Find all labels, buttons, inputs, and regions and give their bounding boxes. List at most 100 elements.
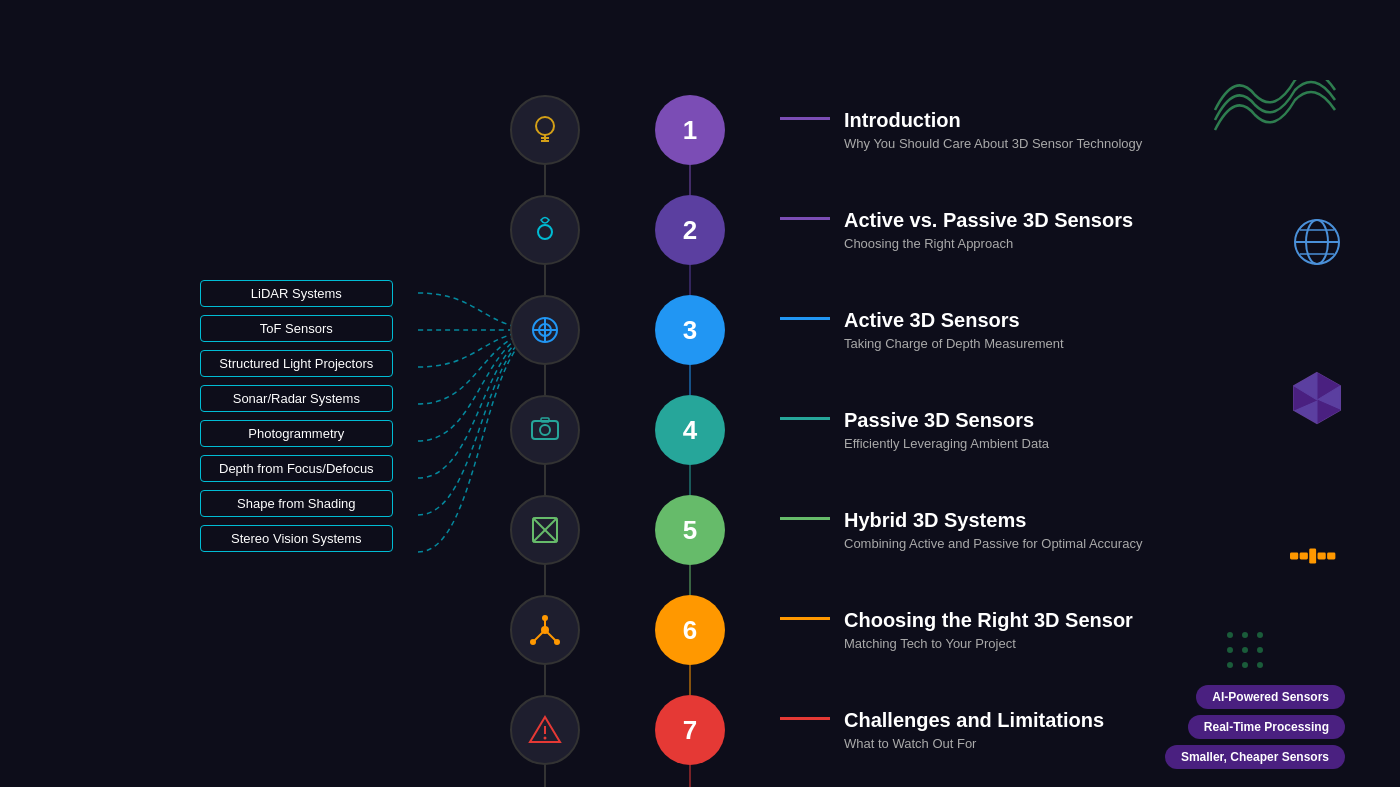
globe-decoration (1290, 215, 1345, 274)
right-text-6: Choosing the Right 3D Sensor Matching Tec… (844, 607, 1133, 651)
right-text-1: Introduction Why You Should Care About 3D… (844, 107, 1142, 151)
right-item-2: Active vs. Passive 3D SensorsChoosing th… (780, 195, 1142, 295)
right-item-6: Choosing the Right 3D Sensor Matching Tec… (780, 595, 1142, 695)
section-title-3: Active 3D Sensors (844, 307, 1064, 333)
right-item-5: Hybrid 3D Systems Combining Active and Pa… (780, 495, 1142, 595)
h-line-4 (780, 417, 830, 420)
left-tag-6: Shape from Shading (200, 490, 393, 517)
num-circle-6: 6 (655, 595, 725, 665)
svg-point-45 (1242, 632, 1248, 638)
svg-point-44 (1227, 632, 1233, 638)
svg-point-48 (1242, 647, 1248, 653)
num-circle-5: 5 (655, 495, 725, 565)
h-line-6 (780, 617, 830, 620)
section-subtitle-2: Choosing the Right Approach (844, 236, 1133, 251)
right-item-7: Challenges and Limitations What to Watch … (780, 695, 1142, 787)
right-text-4: Passive 3D Sensors Efficiently Leveraging… (844, 407, 1049, 451)
h-line-2 (780, 217, 830, 220)
connector-6 (544, 665, 546, 695)
left-tag-0: LiDAR Systems (200, 280, 393, 307)
svg-point-10 (540, 425, 550, 435)
bottom-tag-2: Smaller, Cheaper Sensors (1165, 745, 1345, 769)
num-circle-3: 3 (655, 295, 725, 365)
section-title-7: Challenges and Limitations (844, 707, 1104, 733)
bottom-tags-container: AI-Powered Sensors Real-Time Processing Sm… (1165, 685, 1345, 769)
num-line-2 (689, 265, 691, 295)
svg-point-46 (1257, 632, 1263, 638)
left-tag-2: Structured Light Projectors (200, 350, 393, 377)
icon-circle-2 (510, 195, 580, 265)
right-content-col: Introduction Why You Should Care About 3D… (780, 95, 1142, 787)
section-subtitle-5: Combining Active and Passive for Optimal… (844, 536, 1142, 551)
icon-circle-6 (510, 595, 580, 665)
dots-decoration (1220, 625, 1280, 679)
icon-circle-3 (510, 295, 580, 365)
section-subtitle-1: Why You Should Care About 3D Sensor Tech… (844, 136, 1142, 151)
page-title (0, 0, 1400, 28)
connector-4 (544, 465, 546, 495)
connector-2 (544, 265, 546, 295)
right-text-5: Hybrid 3D Systems Combining Active and Pa… (844, 507, 1142, 551)
num-line-3 (689, 365, 691, 395)
svg-line-20 (545, 630, 557, 642)
svg-point-52 (1257, 662, 1263, 668)
section-title-6: Choosing the Right 3D Sensor (844, 607, 1133, 633)
num-line-1 (689, 165, 691, 195)
connector-7 (544, 765, 546, 787)
svg-rect-9 (532, 421, 558, 439)
num-line-6 (689, 665, 691, 695)
h-line-7 (780, 717, 830, 720)
left-tag-1: ToF Sensors (200, 315, 393, 342)
left-tag-5: Depth from Focus/Defocus (200, 455, 393, 482)
right-item-3: Active 3D Sensors Taking Charge of Depth … (780, 295, 1142, 395)
icon-circle-5 (510, 495, 580, 565)
connector-3 (544, 365, 546, 395)
bottom-tag-0: AI-Powered Sensors (1196, 685, 1345, 709)
right-item-1: Introduction Why You Should Care About 3D… (780, 95, 1142, 195)
icon-circle-7 (510, 695, 580, 765)
num-circle-1: 1 (655, 95, 725, 165)
left-tags-container: LiDAR Systems ToF Sensors Structured Light… (200, 280, 393, 552)
svg-point-24 (544, 737, 547, 740)
left-tag-3: Sonar/Radar Systems (200, 385, 393, 412)
svg-point-0 (536, 117, 554, 135)
svg-rect-41 (1309, 548, 1316, 563)
left-tag-4: Photogrammetry (200, 420, 393, 447)
h-line-3 (780, 317, 830, 320)
icon-circle-1 (510, 95, 580, 165)
svg-point-47 (1227, 647, 1233, 653)
h-line-1 (780, 117, 830, 120)
right-item-4: Passive 3D Sensors Efficiently Leveraging… (780, 395, 1142, 495)
num-line-5 (689, 565, 691, 595)
num-circle-2: 2 (655, 195, 725, 265)
num-circle-4: 4 (655, 395, 725, 465)
right-text-3: Active 3D Sensors Taking Charge of Depth … (844, 307, 1064, 351)
num-line-4 (689, 465, 691, 495)
section-title-1: Introduction (844, 107, 1142, 133)
segment-decoration (1290, 368, 1345, 432)
section-subtitle-7: What to Watch Out For (844, 736, 1104, 751)
number-col: 12345678 (655, 95, 725, 787)
section-title-4: Passive 3D Sensors (844, 407, 1049, 433)
bottom-tag-1: Real-Time Processing (1188, 715, 1345, 739)
center-icons-col (510, 95, 580, 787)
right-text-7: Challenges and Limitations What to Watch … (844, 707, 1104, 751)
num-line-7 (689, 765, 691, 787)
left-tag-7: Stereo Vision Systems (200, 525, 393, 552)
h-line-5 (780, 517, 830, 520)
section-subtitle-3: Taking Charge of Depth Measurement (844, 336, 1064, 351)
section-subtitle-6: Matching Tech to Your Project (844, 636, 1133, 651)
section-title-5: Hybrid 3D Systems (844, 507, 1142, 533)
connector-5 (544, 565, 546, 595)
svg-point-4 (538, 225, 552, 239)
svg-point-50 (1227, 662, 1233, 668)
icon-circle-4 (510, 395, 580, 465)
right-text-2: Active vs. Passive 3D SensorsChoosing th… (844, 207, 1133, 251)
connector-1 (544, 165, 546, 195)
svg-rect-43 (1327, 553, 1335, 560)
svg-point-51 (1242, 662, 1248, 668)
svg-rect-40 (1300, 553, 1308, 560)
section-subtitle-4: Efficiently Leveraging Ambient Data (844, 436, 1049, 451)
svg-rect-42 (1318, 553, 1326, 560)
wave-decoration (1210, 80, 1340, 144)
